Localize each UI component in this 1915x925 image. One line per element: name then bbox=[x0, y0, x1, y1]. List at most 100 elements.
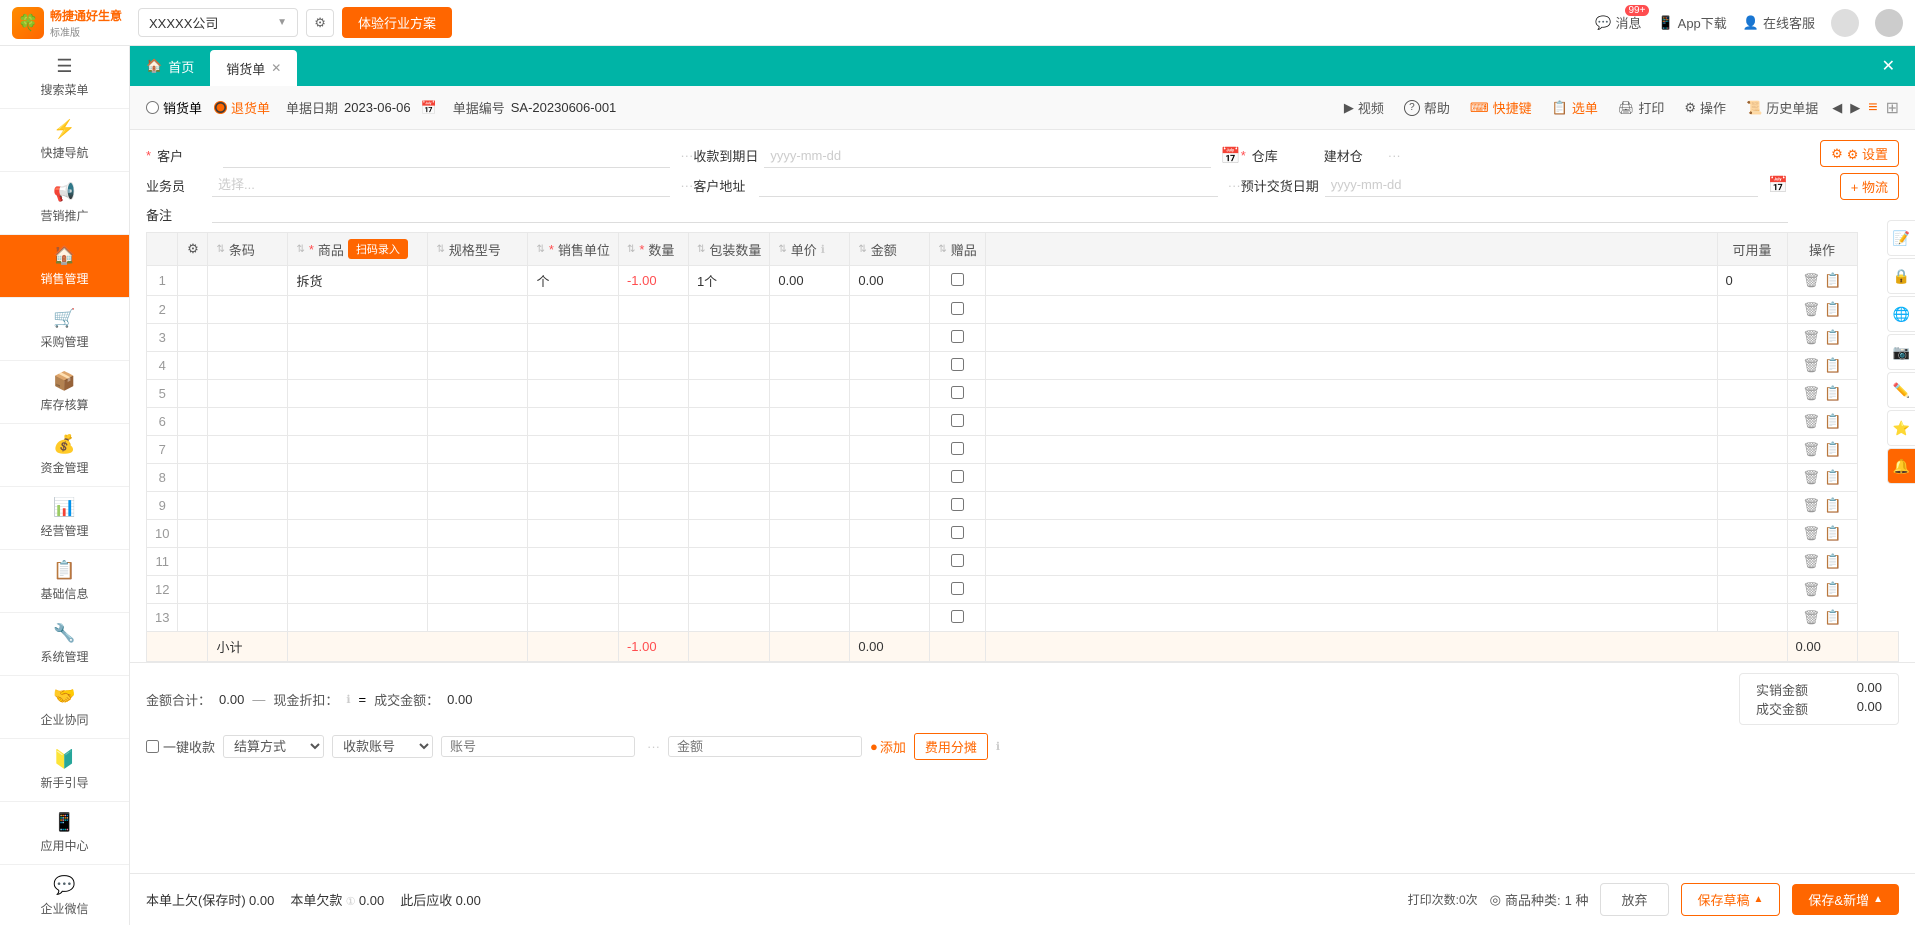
row-product[interactable]: 拆货 bbox=[288, 266, 428, 296]
row-quantity[interactable] bbox=[618, 604, 688, 632]
grid-view-icon[interactable]: ⊞ bbox=[1886, 98, 1899, 118]
row-quantity[interactable] bbox=[618, 408, 688, 436]
row-gift[interactable] bbox=[930, 436, 985, 464]
row-gift[interactable] bbox=[930, 464, 985, 492]
row-copy-button[interactable]: 📋 bbox=[1824, 329, 1841, 346]
row-gift[interactable] bbox=[930, 408, 985, 436]
sidebar-item-finance[interactable]: 💰 资金管理 bbox=[0, 424, 129, 487]
row-pack-qty[interactable] bbox=[688, 380, 769, 408]
row-barcode[interactable] bbox=[208, 464, 288, 492]
customer-address-input[interactable] bbox=[759, 173, 1217, 197]
row-quantity[interactable] bbox=[618, 576, 688, 604]
expense-split-button[interactable]: 费用分摊 bbox=[914, 733, 988, 760]
right-panel-globe-btn[interactable]: 🌐 bbox=[1887, 296, 1915, 332]
video-button[interactable]: ▶ 视频 bbox=[1338, 96, 1390, 119]
sidebar-item-guide[interactable]: 🔰 新手引导 bbox=[0, 739, 129, 802]
save-new-button[interactable]: 保存&新增 ▲ bbox=[1792, 884, 1899, 915]
row-gift[interactable] bbox=[930, 604, 985, 632]
row-barcode[interactable] bbox=[208, 266, 288, 296]
row-amount[interactable] bbox=[850, 380, 930, 408]
row-barcode[interactable] bbox=[208, 604, 288, 632]
row-spec[interactable] bbox=[428, 548, 528, 576]
row-barcode[interactable] bbox=[208, 380, 288, 408]
sidebar-item-basic[interactable]: 📋 基础信息 bbox=[0, 550, 129, 613]
settlement-method-select[interactable]: 结算方式 bbox=[223, 735, 324, 758]
row-copy-button[interactable]: 📋 bbox=[1824, 357, 1841, 374]
row-price[interactable] bbox=[770, 576, 850, 604]
row-pack-qty[interactable] bbox=[688, 548, 769, 576]
row-copy-button[interactable]: 📋 bbox=[1824, 441, 1841, 458]
row-price[interactable]: 0.00 bbox=[770, 266, 850, 296]
row-copy-button[interactable]: 📋 bbox=[1824, 413, 1841, 430]
row-copy-button[interactable]: 📋 bbox=[1824, 497, 1841, 514]
row-product[interactable] bbox=[288, 408, 428, 436]
discard-button[interactable]: 放弃 bbox=[1600, 883, 1668, 916]
row-copy-button[interactable]: 📋 bbox=[1824, 581, 1841, 598]
sidebar-item-purchase[interactable]: 🛒 采购管理 bbox=[0, 298, 129, 361]
row-gift[interactable] bbox=[930, 548, 985, 576]
product-kind[interactable]: ◎ 商品种类: 1 种 bbox=[1490, 890, 1589, 909]
avatar[interactable] bbox=[1831, 9, 1859, 37]
message-button[interactable]: 💬 消息 99+ bbox=[1595, 13, 1641, 32]
right-panel-notes-btn[interactable]: 📝 bbox=[1887, 220, 1915, 256]
collection-calendar-icon[interactable]: 📅 bbox=[1221, 146, 1241, 166]
row-copy-button[interactable]: 📋 bbox=[1824, 553, 1841, 570]
row-spec[interactable] bbox=[428, 380, 528, 408]
salesperson-more-icon[interactable]: ··· bbox=[680, 178, 693, 193]
tab-close-icon[interactable]: ✕ bbox=[271, 61, 281, 75]
row-product[interactable] bbox=[288, 576, 428, 604]
row-delete-button[interactable]: 🗑 bbox=[1802, 357, 1820, 374]
row-pack-qty[interactable] bbox=[688, 408, 769, 436]
radio-return-order[interactable]: 退货单 bbox=[214, 98, 270, 117]
row-unit[interactable] bbox=[528, 436, 618, 464]
row-product[interactable] bbox=[288, 464, 428, 492]
row-gift[interactable] bbox=[930, 576, 985, 604]
row-price[interactable] bbox=[770, 464, 850, 492]
row-amount[interactable] bbox=[850, 576, 930, 604]
row-quantity[interactable] bbox=[618, 548, 688, 576]
right-panel-edit-btn[interactable]: ✏️ bbox=[1887, 372, 1915, 408]
save-draft-button[interactable]: 保存草稿 ▲ bbox=[1681, 883, 1781, 916]
row-unit[interactable] bbox=[528, 492, 618, 520]
row-delete-button[interactable]: 🗑 bbox=[1802, 272, 1820, 289]
row-unit[interactable] bbox=[528, 408, 618, 436]
row-pack-qty[interactable] bbox=[688, 296, 769, 324]
warehouse-more-icon[interactable]: ··· bbox=[1388, 148, 1401, 163]
row-quantity[interactable] bbox=[618, 380, 688, 408]
nav-next-icon[interactable]: ▶ bbox=[1850, 100, 1860, 116]
sidebar-item-wechat[interactable]: 💬 企业微信 bbox=[0, 865, 129, 925]
row-quantity[interactable] bbox=[618, 352, 688, 380]
calendar-icon[interactable]: 📅 bbox=[421, 100, 437, 116]
row-spec[interactable] bbox=[428, 492, 528, 520]
sidebar-item-operations[interactable]: 📊 经营管理 bbox=[0, 487, 129, 550]
tab-sales-order[interactable]: 销货单 ✕ bbox=[210, 50, 297, 86]
customer-input[interactable] bbox=[223, 144, 670, 168]
account-number-select[interactable]: 收款账号 bbox=[332, 735, 433, 758]
sidebar-item-enterprise[interactable]: 🤝 企业协同 bbox=[0, 676, 129, 739]
right-panel-lock-btn[interactable]: 🔒 bbox=[1887, 258, 1915, 294]
delivery-calendar-icon[interactable]: 📅 bbox=[1768, 175, 1788, 195]
row-pack-qty[interactable] bbox=[688, 604, 769, 632]
row-delete-button[interactable]: 🗑 bbox=[1802, 609, 1820, 626]
right-panel-star-btn[interactable]: ⭐ bbox=[1887, 410, 1915, 446]
scan-barcode-button[interactable]: 扫码录入 bbox=[348, 239, 408, 259]
row-copy-button[interactable]: 📋 bbox=[1824, 525, 1841, 542]
row-copy-button[interactable]: 📋 bbox=[1824, 272, 1841, 289]
row-spec[interactable] bbox=[428, 266, 528, 296]
row-quantity[interactable] bbox=[618, 324, 688, 352]
row-spec[interactable] bbox=[428, 352, 528, 380]
row-spec[interactable] bbox=[428, 520, 528, 548]
row-delete-button[interactable]: 🗑 bbox=[1802, 497, 1820, 514]
right-panel-camera-btn[interactable]: 📷 bbox=[1887, 334, 1915, 370]
row-spec[interactable] bbox=[428, 324, 528, 352]
row-barcode[interactable] bbox=[208, 520, 288, 548]
row-quantity[interactable] bbox=[618, 520, 688, 548]
salesperson-input[interactable] bbox=[212, 173, 670, 197]
row-barcode[interactable] bbox=[208, 576, 288, 604]
row-price[interactable] bbox=[770, 324, 850, 352]
row-price[interactable] bbox=[770, 352, 850, 380]
row-pack-qty[interactable] bbox=[688, 464, 769, 492]
row-price[interactable] bbox=[770, 408, 850, 436]
row-product[interactable] bbox=[288, 324, 428, 352]
row-price[interactable] bbox=[770, 492, 850, 520]
